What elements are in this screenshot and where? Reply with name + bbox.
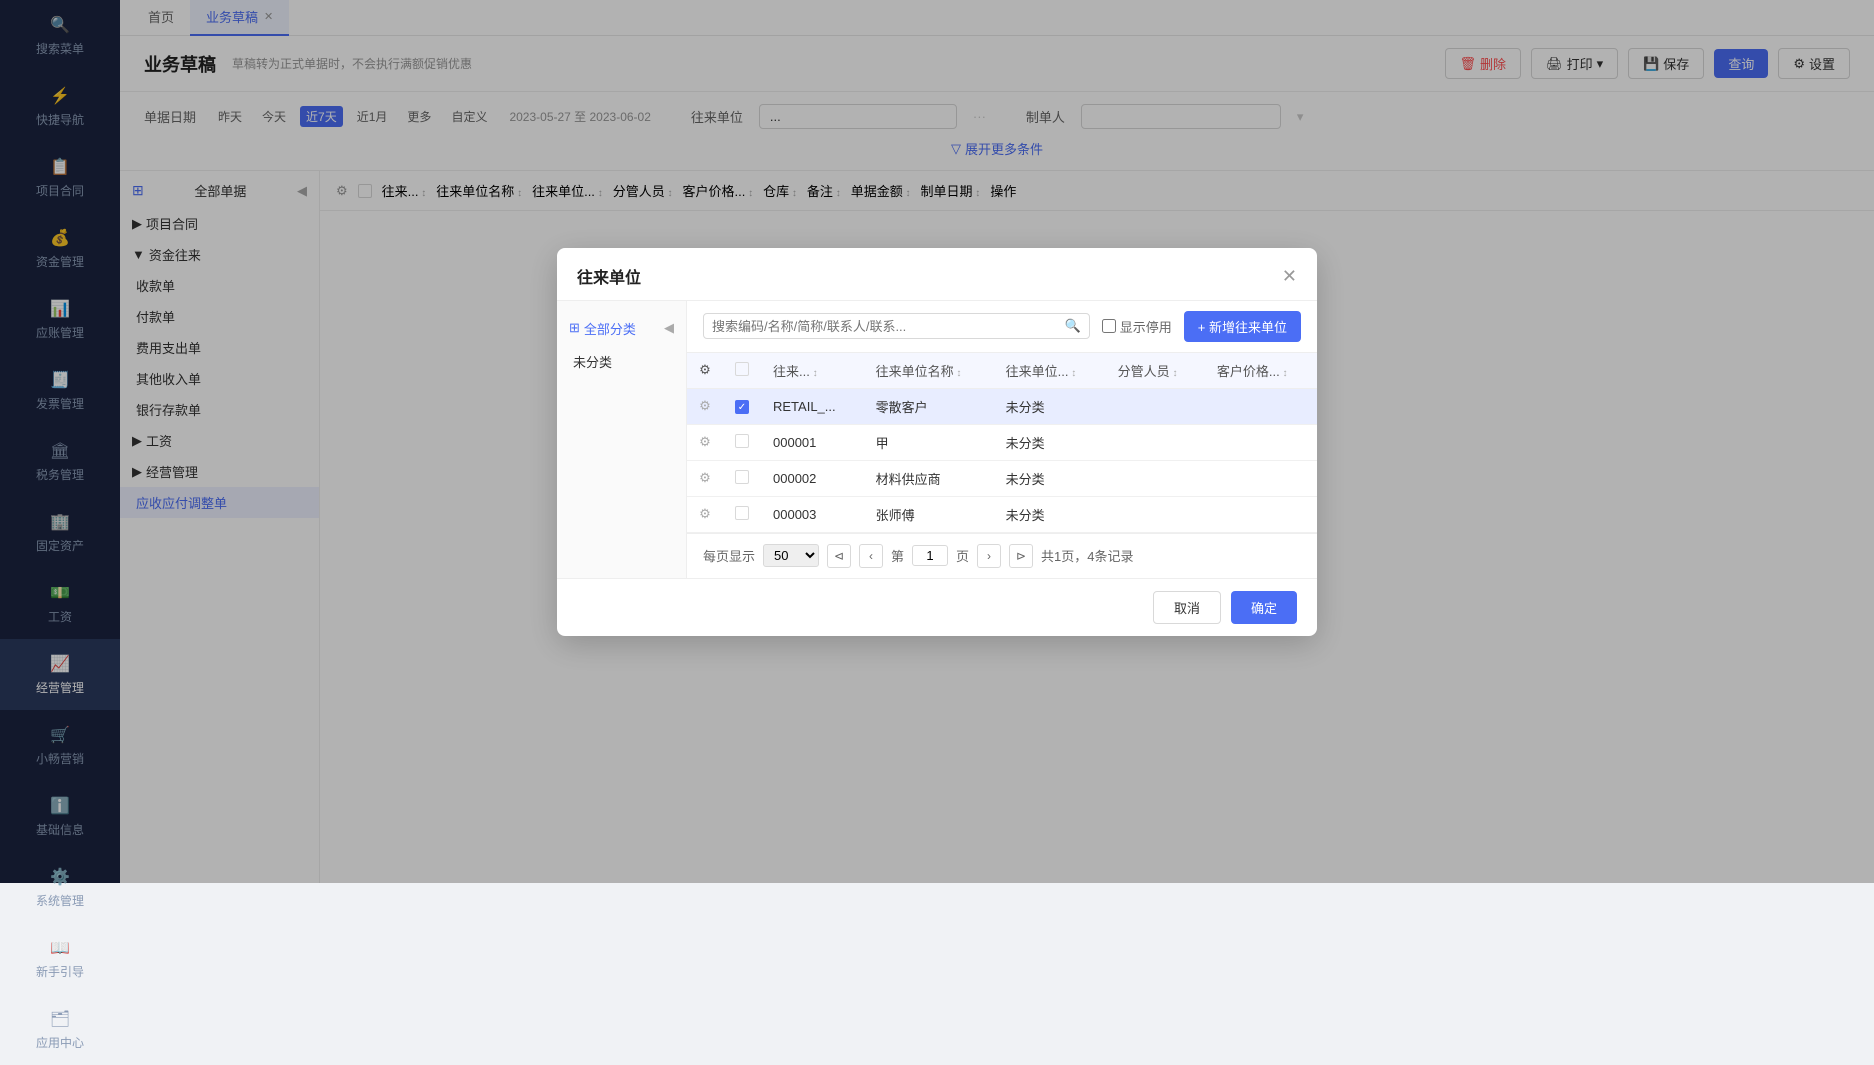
row-code: 000002 (761, 460, 864, 496)
table-row[interactable]: ⚙ 000001 甲 未分类 (687, 424, 1317, 460)
table-row[interactable]: ⚙ 000003 张师傅 未分类 (687, 496, 1317, 532)
dialog-body: ⊞ 全部分类 ◀ 未分类 🔍 显示停用 (557, 301, 1317, 578)
show-disabled-label[interactable]: 显示停用 (1102, 317, 1172, 336)
dialog-close-icon[interactable]: ✕ (1282, 267, 1297, 285)
search-input[interactable] (712, 319, 1059, 334)
add-partner-button[interactable]: + 新增往来单位 (1184, 311, 1301, 342)
dialog-actions: 取消 确定 (557, 578, 1317, 636)
row-name: 甲 (864, 424, 994, 460)
cancel-button[interactable]: 取消 (1153, 591, 1221, 624)
th-check (723, 353, 761, 389)
th-manager[interactable]: 分管人员 (1106, 353, 1205, 389)
row-category: 未分类 (994, 388, 1106, 424)
row-price-level (1205, 424, 1317, 460)
row-name: 张师傅 (864, 496, 994, 532)
th-name[interactable]: 往来单位名称 (864, 353, 994, 389)
th-category[interactable]: 往来单位... (994, 353, 1106, 389)
dialog-table: ⚙ 往来... 往来单位名称 往来单位... 分管人员 客户价格... (687, 353, 1317, 533)
row-checkbox[interactable]: ✓ (735, 400, 749, 414)
overlay: 往来单位 ✕ ⊞ 全部分类 ◀ 未分类 🔍 (0, 0, 1874, 883)
sidebar-collapse-icon[interactable]: ◀ (664, 320, 674, 336)
per-page-label: 每页显示 (703, 546, 755, 565)
row-code: 000001 (761, 424, 864, 460)
dialog-title: 往来单位 (577, 264, 641, 288)
row-code: 000003 (761, 496, 864, 532)
prev-page-btn[interactable]: ‹ (859, 544, 883, 568)
row-manager (1106, 424, 1205, 460)
dialog-main: 🔍 显示停用 + 新增往来单位 ⚙ (687, 301, 1317, 578)
total-label: 共1页，4条记录 (1041, 546, 1133, 565)
first-page-btn[interactable]: ⊲ (827, 544, 851, 568)
row-settings: ⚙ (687, 388, 723, 424)
row-name: 材料供应商 (864, 460, 994, 496)
page-word: 第 (891, 546, 904, 565)
row-name: 零散客户 (864, 388, 994, 424)
sidebar-item-label: 新手引导 (36, 963, 84, 980)
sidebar-item-label: 应用中心 (36, 1034, 84, 1051)
show-disabled-checkbox[interactable] (1102, 319, 1116, 333)
sidebar-item-label: 系统管理 (36, 892, 84, 909)
row-settings: ⚙ (687, 496, 723, 532)
row-settings: ⚙ (687, 424, 723, 460)
row-price-level (1205, 496, 1317, 532)
dialog-toolbar: 🔍 显示停用 + 新增往来单位 (687, 301, 1317, 353)
next-page-btn[interactable]: › (977, 544, 1001, 568)
row-manager (1106, 388, 1205, 424)
row-manager (1106, 460, 1205, 496)
app-center-icon: 🗂 (49, 1008, 71, 1030)
row-checkbox[interactable] (735, 506, 749, 520)
search-icon: 🔍 (1065, 318, 1081, 334)
row-manager (1106, 496, 1205, 532)
search-box[interactable]: 🔍 (703, 313, 1090, 339)
row-category: 未分类 (994, 424, 1106, 460)
th-code[interactable]: 往来... (761, 353, 864, 389)
sidebar-item-unclassified[interactable]: 未分类 (557, 346, 686, 377)
dialog-sidebar-header: ⊞ 全部分类 ◀ (557, 311, 686, 346)
row-check[interactable] (723, 460, 761, 496)
last-page-btn[interactable]: ⊳ (1009, 544, 1033, 568)
new-guide-icon: 📖 (49, 937, 71, 959)
confirm-button[interactable]: 确定 (1231, 591, 1297, 624)
per-page-select[interactable]: 50 10 20 100 (763, 544, 819, 567)
row-checkbox[interactable] (735, 434, 749, 448)
row-category: 未分类 (994, 496, 1106, 532)
table-row[interactable]: ⚙ 000002 材料供应商 未分类 (687, 460, 1317, 496)
row-price-level (1205, 460, 1317, 496)
sidebar-item-app-center[interactable]: 🗂 应用中心 (0, 994, 120, 1065)
check-all-box[interactable] (735, 362, 749, 376)
dialog-sidebar: ⊞ 全部分类 ◀ 未分类 (557, 301, 687, 578)
partner-dialog: 往来单位 ✕ ⊞ 全部分类 ◀ 未分类 🔍 (557, 248, 1317, 636)
row-check[interactable] (723, 424, 761, 460)
page-input[interactable] (912, 545, 948, 566)
th-settings: ⚙ (687, 353, 723, 389)
page-label: 页 (956, 546, 969, 565)
row-check[interactable]: ✓ (723, 388, 761, 424)
dialog-header: 往来单位 ✕ (557, 248, 1317, 301)
row-code: RETAIL_... (761, 388, 864, 424)
table-row[interactable]: ⚙ ✓ RETAIL_... 零散客户 未分类 (687, 388, 1317, 424)
row-settings: ⚙ (687, 460, 723, 496)
row-check[interactable] (723, 496, 761, 532)
dialog-pagination: 每页显示 50 10 20 100 ⊲ ‹ 第 页 › ⊳ 共1页，4条记录 (687, 533, 1317, 578)
sidebar-item-new-guide[interactable]: 📖 新手引导 (0, 923, 120, 994)
row-category: 未分类 (994, 460, 1106, 496)
row-price-level (1205, 388, 1317, 424)
grid-icon: ⊞ (569, 320, 580, 336)
th-price[interactable]: 客户价格... (1205, 353, 1317, 389)
row-checkbox[interactable] (735, 470, 749, 484)
